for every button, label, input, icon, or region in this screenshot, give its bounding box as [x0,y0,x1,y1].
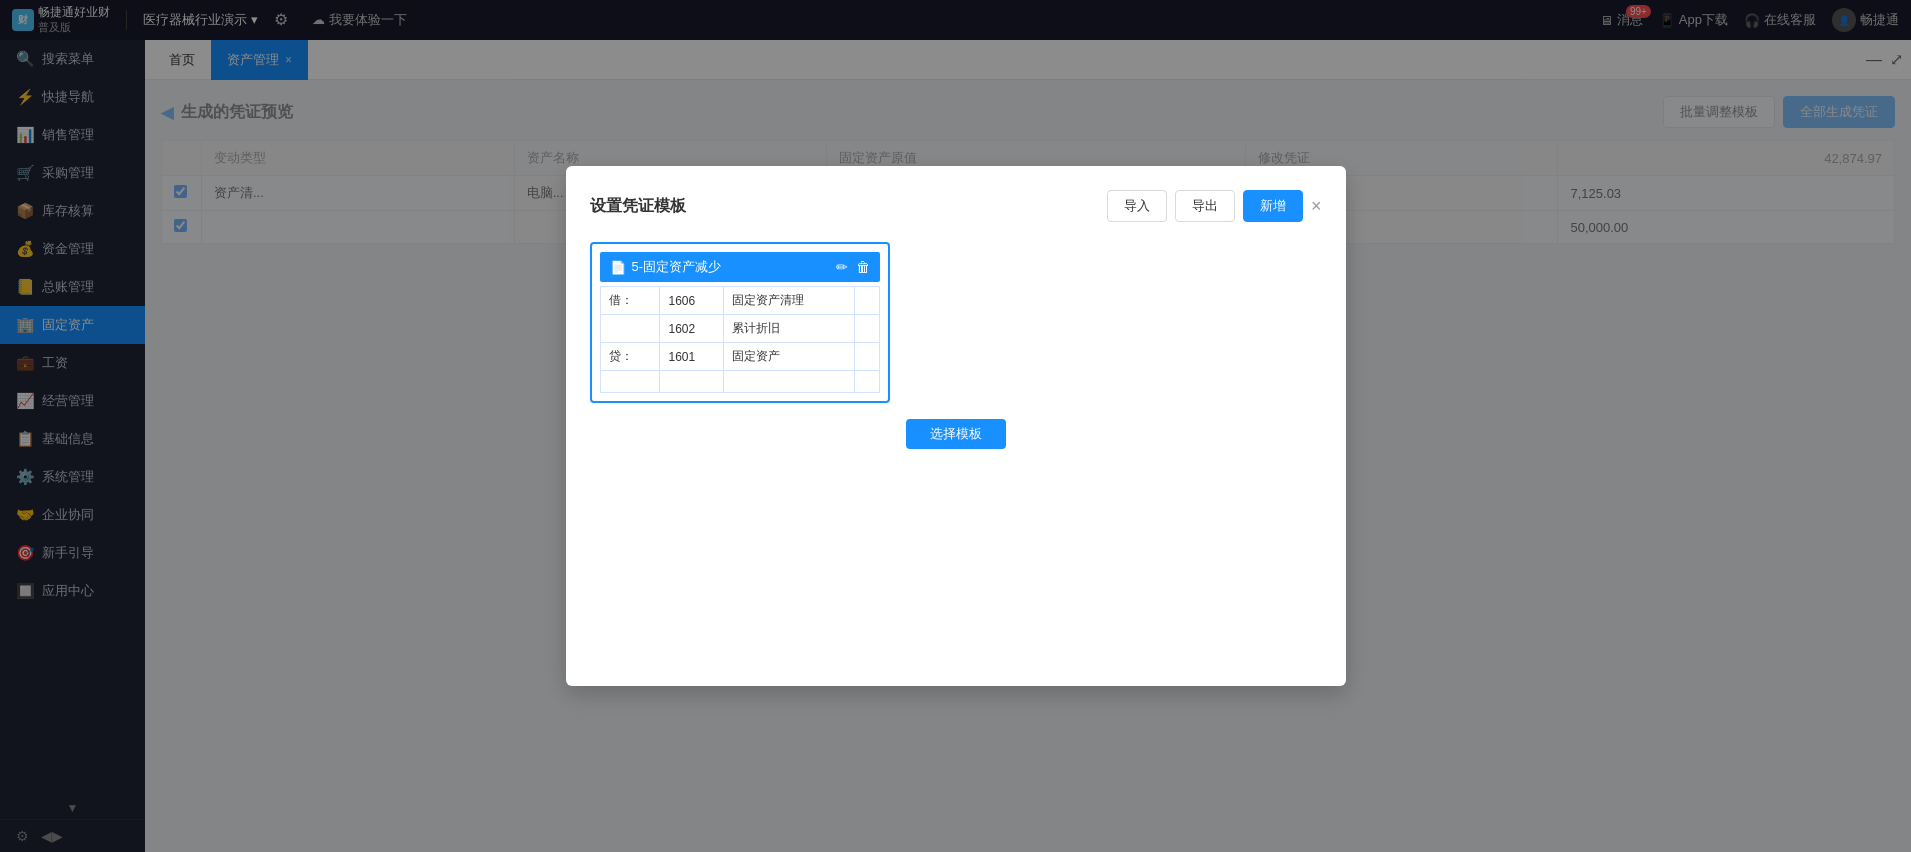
entry-type [600,315,660,343]
template-table: 借： 1606 固定资产清理 1602 累计折旧 [600,286,880,393]
empty-cell [724,371,854,393]
template-card-header: 📄 5-固定资产减少 ✏ 🗑 [600,252,880,282]
entry-code: 1606 [660,287,724,315]
entry-extra [854,315,879,343]
entry-code: 1601 [660,343,724,371]
empty-cell [600,371,660,393]
template-name: 5-固定资产减少 [632,258,722,276]
entry-account: 固定资产清理 [724,287,854,315]
template-empty-row [600,371,879,393]
template-row: 借： 1606 固定资产清理 [600,287,879,315]
main-area: 🔍 搜索菜单 ⚡ 快捷导航 📊 销售管理 🛒 采购管理 [0,40,1911,852]
modal-title: 设置凭证模板 [590,196,686,217]
modal-overlay: 设置凭证模板 导入 导出 新增 × [145,80,1911,852]
content-area: 首页 资产管理 × — ⤢ ◀ 生成的凭证预览 [145,40,1911,852]
template-card-actions: ✏ 🗑 [836,259,870,275]
entry-extra [854,343,879,371]
empty-cell [854,371,879,393]
template-row: 1602 累计折旧 [600,315,879,343]
app-container: 财 畅捷通好业财 普及版 医疗器械行业演示 ▾ ⚙ ☁ 我要体验一下 🖥 消息 [0,0,1911,852]
modal-header: 设置凭证模板 导入 导出 新增 × [590,190,1322,222]
select-template-btn[interactable]: 选择模板 [906,419,1006,449]
template-card-title: 📄 5-固定资产减少 [610,258,722,276]
modal-actions: 导入 导出 新增 × [1107,190,1322,222]
template-doc-icon: 📄 [610,260,626,275]
import-btn[interactable]: 导入 [1107,190,1167,222]
page-content: ◀ 生成的凭证预览 批量调整模板 全部生成凭证 变动类型 [145,80,1911,852]
entry-type: 借： [600,287,660,315]
template-card: 📄 5-固定资产减少 ✏ 🗑 [590,242,890,403]
entry-type: 贷： [600,343,660,371]
new-template-btn[interactable]: 新增 [1243,190,1303,222]
export-btn[interactable]: 导出 [1175,190,1235,222]
modal-close-btn[interactable]: × [1311,190,1322,222]
entry-extra [854,287,879,315]
modal-dialog: 设置凭证模板 导入 导出 新增 × [566,166,1346,686]
delete-template-icon[interactable]: 🗑 [856,259,870,275]
entry-account: 累计折旧 [724,315,854,343]
empty-cell [660,371,724,393]
entry-account: 固定资产 [724,343,854,371]
edit-template-icon[interactable]: ✏ [836,259,848,275]
entry-code: 1602 [660,315,724,343]
template-row: 贷： 1601 固定资产 [600,343,879,371]
